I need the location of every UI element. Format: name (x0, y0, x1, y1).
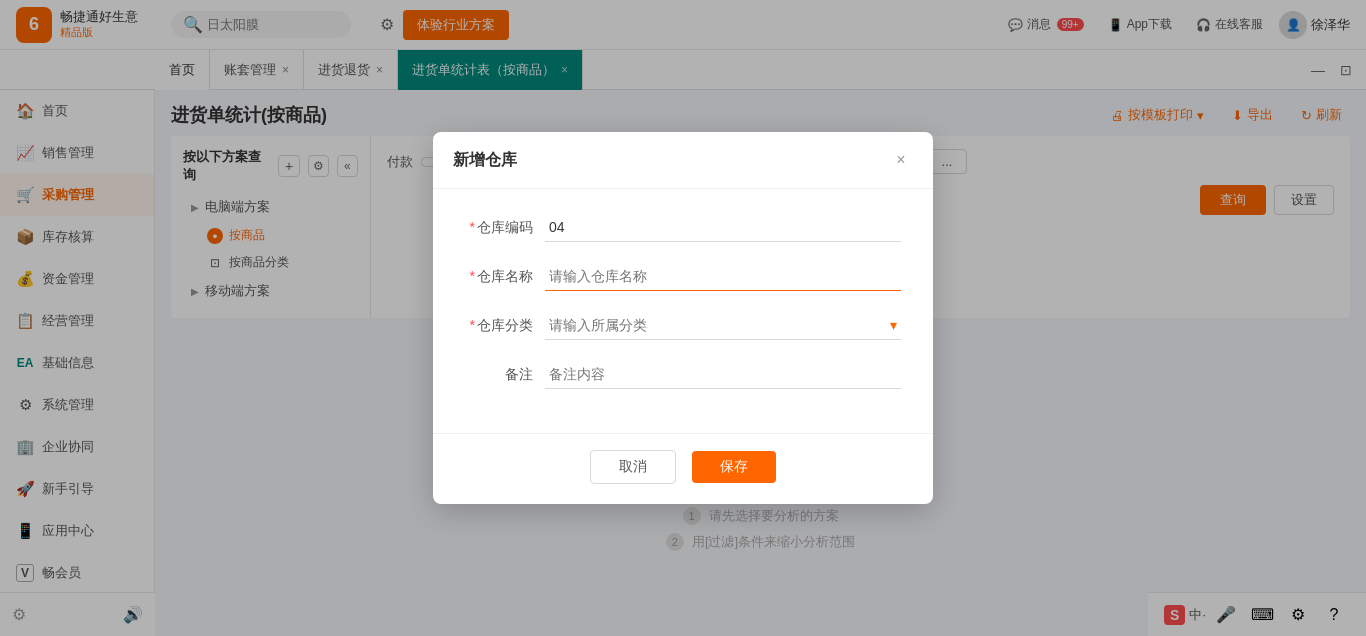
remark-input[interactable] (545, 360, 901, 389)
modal-title: 新增仓库 (453, 150, 517, 171)
name-input[interactable] (545, 262, 901, 291)
name-label: 仓库名称 (465, 268, 545, 286)
cancel-button[interactable]: 取消 (590, 450, 676, 484)
modal-close-button[interactable]: × (889, 148, 913, 172)
category-input[interactable] (549, 317, 890, 333)
save-button[interactable]: 保存 (692, 451, 776, 483)
category-select[interactable]: ▾ (545, 311, 901, 340)
modal-body: 仓库编码 仓库名称 仓库分类 ▾ 备注 (433, 189, 933, 433)
form-row-remark: 备注 (465, 360, 901, 389)
form-row-code: 仓库编码 (465, 213, 901, 242)
code-label: 仓库编码 (465, 219, 545, 237)
category-dropdown-icon: ▾ (890, 317, 897, 333)
code-input[interactable] (545, 213, 901, 242)
modal-header: 新增仓库 × (433, 132, 933, 189)
remark-label: 备注 (465, 366, 545, 384)
category-label: 仓库分类 (465, 317, 545, 335)
modal-footer: 取消 保存 (433, 433, 933, 504)
modal-overlay: 新增仓库 × 仓库编码 仓库名称 仓库分类 ▾ (0, 0, 1366, 636)
new-warehouse-modal: 新增仓库 × 仓库编码 仓库名称 仓库分类 ▾ (433, 132, 933, 504)
form-row-category: 仓库分类 ▾ (465, 311, 901, 340)
form-row-name: 仓库名称 (465, 262, 901, 291)
